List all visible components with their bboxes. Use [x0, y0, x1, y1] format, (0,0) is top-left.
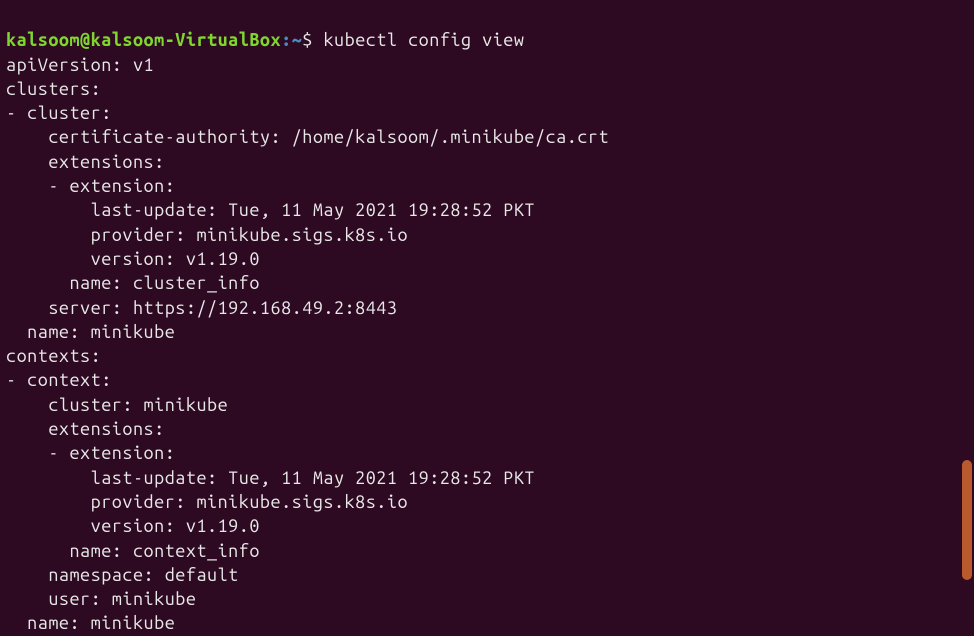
output-line: name: context_info: [6, 541, 260, 561]
output-line: name: cluster_info: [6, 273, 260, 293]
output-line: cluster: minikube: [6, 395, 228, 415]
output-line: name: minikube: [6, 322, 175, 342]
output-line: extensions:: [6, 419, 165, 439]
output-line: name: minikube: [6, 613, 175, 633]
output-line: version: v1.19.0: [6, 516, 260, 536]
prompt-user-host: kalsoom@kalsoom-VirtualBox: [6, 30, 281, 50]
output-line: certificate-authority: /home/kalsoom/.mi…: [6, 127, 609, 147]
output-line: - context:: [6, 370, 112, 390]
output-line: apiVersion: v1: [6, 55, 154, 75]
output-line: - extension:: [6, 176, 175, 196]
scrollbar-thumb[interactable]: [962, 460, 972, 580]
output-line: last-update: Tue, 11 May 2021 19:28:52 P…: [6, 200, 535, 220]
output-line: last-update: Tue, 11 May 2021 19:28:52 P…: [6, 468, 535, 488]
output-line: provider: minikube.sigs.k8s.io: [6, 492, 408, 512]
output-line: user: minikube: [6, 589, 196, 609]
output-line: - extension:: [6, 443, 175, 463]
output-line: provider: minikube.sigs.k8s.io: [6, 225, 408, 245]
prompt-colon: :: [281, 30, 292, 50]
output-line: clusters:: [6, 79, 101, 99]
prompt-symbol: $: [302, 30, 323, 50]
output-line: - cluster:: [6, 103, 112, 123]
output-line: namespace: default: [6, 565, 239, 585]
output-line: server: https://192.168.49.2:8443: [6, 298, 397, 318]
command-text: kubectl config view: [323, 30, 524, 50]
output-line: contexts:: [6, 346, 101, 366]
output-line: extensions:: [6, 152, 165, 172]
prompt-path: ~: [292, 30, 303, 50]
output-line: version: v1.19.0: [6, 249, 260, 269]
terminal-output-area[interactable]: kalsoom@kalsoom-VirtualBox:~$ kubectl co…: [6, 4, 968, 636]
